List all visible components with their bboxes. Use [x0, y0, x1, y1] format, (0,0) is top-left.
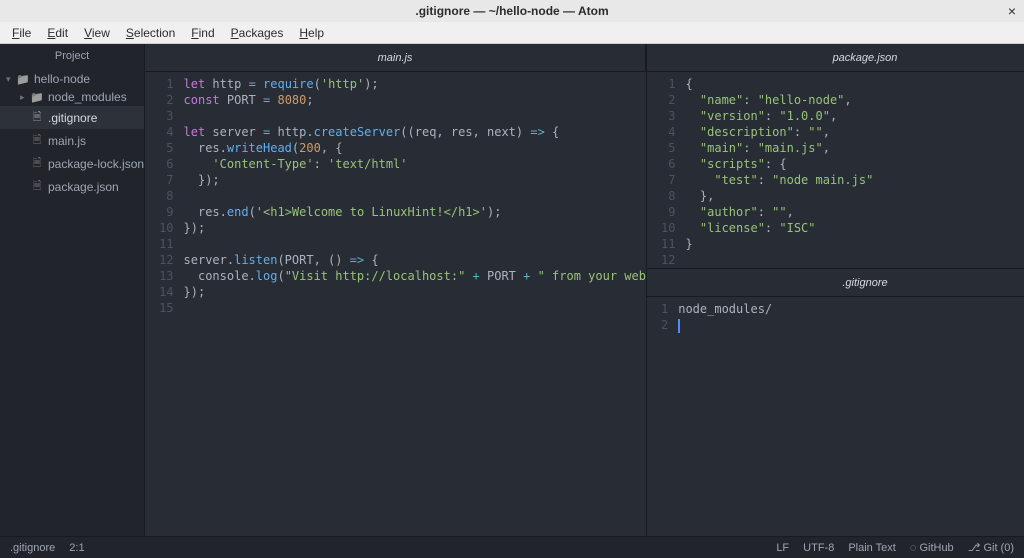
menu-bar: FileEditViewSelectionFindPackagesHelp: [0, 22, 1024, 44]
chevron-icon: ▸: [20, 92, 30, 103]
tab-package-json[interactable]: package.json: [647, 44, 1024, 71]
editor-main-js[interactable]: 123456789101112131415let http = require(…: [145, 72, 646, 536]
code-content[interactable]: node_modules/: [678, 297, 772, 536]
folder-icon: 📁: [16, 73, 30, 86]
editor-gitignore[interactable]: 12node_modules/: [647, 297, 1024, 536]
window-titlebar: .gitignore — ~/hello-node — Atom ×: [0, 0, 1024, 22]
tab-bar-right-top: package.json: [647, 44, 1024, 72]
file-tree: ▾📁hello-node▸📁node_modules🗎.gitignore🗎ma…: [0, 68, 144, 536]
text-cursor: [678, 319, 680, 333]
line-gutter: 123456789101112131415: [145, 72, 183, 536]
line-gutter: 12: [647, 297, 678, 536]
menu-edit[interactable]: Edit: [39, 24, 76, 42]
tree-item-label: .gitignore: [48, 111, 97, 125]
tree-item--gitignore[interactable]: 🗎 .gitignore: [0, 106, 144, 129]
editor-pane-left: main.js 123456789101112131415let http = …: [145, 44, 647, 536]
editor-package-json[interactable]: 123456789101112{ "name": "hello-node", "…: [647, 72, 1024, 268]
menu-file[interactable]: File: [4, 24, 39, 42]
tree-item-main-js[interactable]: 🗎 main.js: [0, 129, 144, 152]
tree-item-label: package-lock.json: [48, 157, 144, 171]
editor-subpane-bottom: .gitignore 12node_modules/: [647, 269, 1024, 536]
line-gutter: 123456789101112: [647, 72, 685, 268]
tree-item-label: main.js: [48, 134, 86, 148]
status-encoding[interactable]: UTF-8: [803, 542, 834, 554]
status-bar: .gitignore 2:1 LF UTF-8 Plain Text ◌ Git…: [0, 536, 1024, 558]
menu-view[interactable]: View: [76, 24, 118, 42]
chevron-icon: ▾: [6, 74, 16, 85]
github-icon: ◌: [910, 542, 917, 554]
window-title: .gitignore — ~/hello-node — Atom: [415, 4, 608, 18]
status-github[interactable]: ◌ GitHub: [910, 542, 954, 554]
editor-subpane-top: package.json 123456789101112{ "name": "h…: [647, 44, 1024, 269]
file-icon: 🗎: [30, 108, 44, 127]
sidebar-title: Project: [0, 44, 144, 68]
tree-item-label: hello-node: [34, 72, 90, 86]
tree-item-package-json[interactable]: 🗎 package.json: [0, 175, 144, 198]
status-eol[interactable]: LF: [776, 542, 789, 554]
editor-pane-right: package.json 123456789101112{ "name": "h…: [647, 44, 1024, 536]
menu-find[interactable]: Find: [183, 24, 222, 42]
window-close-button[interactable]: ×: [1008, 3, 1016, 19]
tab-bar-left: main.js: [145, 44, 646, 72]
project-sidebar: Project ▾📁hello-node▸📁node_modules🗎.giti…: [0, 44, 145, 536]
git-branch-icon: ⎇: [968, 542, 981, 554]
menu-packages[interactable]: Packages: [223, 24, 292, 42]
tree-item-package-lock-json[interactable]: 🗎 package-lock.json: [0, 152, 144, 175]
tab-bar-right-bottom: .gitignore: [647, 269, 1024, 297]
editor-panes: main.js 123456789101112131415let http = …: [145, 44, 1024, 536]
folder-icon: 📁: [30, 91, 44, 104]
tree-item-hello-node[interactable]: ▾📁 hello-node: [0, 70, 144, 88]
menu-help[interactable]: Help: [291, 24, 332, 42]
tree-item-label: package.json: [48, 180, 119, 194]
file-icon: 🗎: [30, 154, 44, 173]
tree-item-label: node_modules: [48, 90, 127, 104]
file-icon: 🗎: [30, 131, 44, 150]
status-git[interactable]: ⎇ Git (0): [968, 541, 1014, 554]
code-content[interactable]: let http = require('http');const PORT = …: [184, 72, 646, 536]
menu-selection[interactable]: Selection: [118, 24, 183, 42]
status-grammar[interactable]: Plain Text: [848, 542, 896, 554]
tab-gitignore[interactable]: .gitignore: [647, 269, 1024, 296]
code-content[interactable]: { "name": "hello-node", "version": "1.0.…: [685, 72, 873, 268]
status-filename[interactable]: .gitignore: [10, 542, 55, 554]
file-icon: 🗎: [30, 177, 44, 196]
tree-item-node-modules[interactable]: ▸📁 node_modules: [0, 88, 144, 106]
tab-main-js[interactable]: main.js: [145, 44, 646, 71]
main-area: Project ▾📁hello-node▸📁node_modules🗎.giti…: [0, 44, 1024, 536]
status-cursor-pos[interactable]: 2:1: [69, 542, 84, 554]
